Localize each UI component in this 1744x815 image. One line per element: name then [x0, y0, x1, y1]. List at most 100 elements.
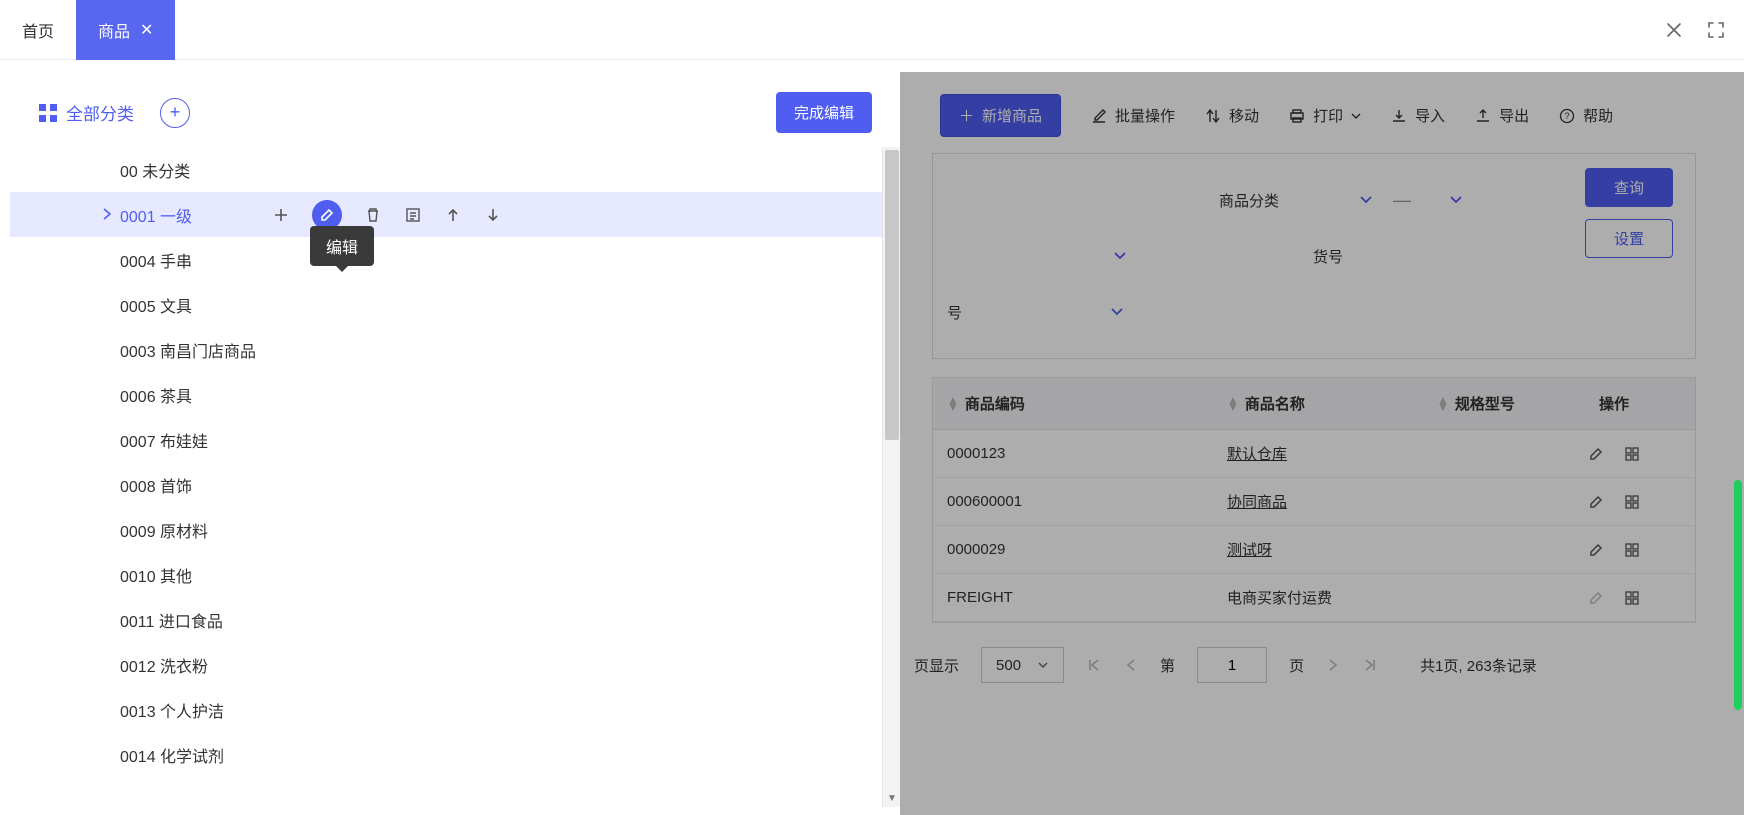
tree-item[interactable]: 0014 化学试剂 [10, 732, 900, 777]
page-input[interactable] [1197, 647, 1267, 683]
tab-product[interactable]: 商品 ✕ [76, 0, 175, 60]
product-name-text: 电商买家付运费 [1227, 587, 1332, 608]
cell-name: 协同商品 [1213, 478, 1423, 525]
add-child-icon[interactable] [272, 206, 290, 224]
finish-edit-button[interactable]: 完成编辑 [776, 92, 872, 133]
row-edit-icon[interactable] [1588, 494, 1604, 510]
chevron-down-icon[interactable] [1113, 249, 1127, 263]
import-icon [1391, 108, 1407, 124]
tree-item-label: 0005 文具 [120, 293, 192, 317]
table-row[interactable]: FREIGHT电商买家付运费 [933, 574, 1695, 622]
topbar: 首页 商品 ✕ [0, 0, 1744, 60]
tree-item[interactable]: 0013 个人护洁 [10, 687, 900, 732]
cell-code: 0000123 [933, 430, 1213, 477]
category-panel: 全部分类 + 完成编辑 编辑 00 未分类0001 一级0004 手串0005 … [10, 72, 900, 815]
settings-button[interactable]: 设置 [1585, 219, 1673, 258]
row-more-icon[interactable] [1624, 542, 1640, 558]
fullscreen-icon[interactable] [1698, 12, 1734, 48]
move-up-icon[interactable] [444, 206, 462, 224]
tree-item[interactable]: 00 未分类 [10, 147, 900, 192]
tab-home[interactable]: 首页 [0, 0, 76, 60]
delete-icon[interactable] [364, 206, 382, 224]
tab-product-label: 商品 [98, 18, 130, 42]
page-last-icon[interactable] [1362, 657, 1378, 673]
table-row[interactable]: 000600001 协同商品 [933, 478, 1695, 526]
row-edit-icon[interactable] [1588, 542, 1604, 558]
print-link[interactable]: 打印 [1289, 105, 1361, 126]
tab-home-label: 首页 [22, 18, 54, 42]
tree-scrollbar[interactable]: ▼ [882, 147, 900, 807]
page-prev-icon[interactable] [1124, 658, 1138, 672]
tree-scroll-down-icon[interactable]: ▼ [883, 789, 900, 807]
tree-item[interactable]: 0009 原材料 [10, 507, 900, 552]
properties-icon[interactable] [404, 206, 422, 224]
export-link[interactable]: 导出 [1475, 105, 1529, 126]
chevron-down-icon[interactable] [1449, 193, 1463, 207]
tree-item[interactable]: 0004 手串 [10, 237, 900, 282]
tree-item[interactable]: 0006 茶具 [10, 372, 900, 417]
add-category-button[interactable]: + [160, 98, 190, 128]
cell-spec [1423, 574, 1533, 621]
cell-name: 测试呀 [1213, 526, 1423, 573]
page-first-icon[interactable] [1086, 657, 1102, 673]
svg-text:?: ? [1565, 111, 1570, 121]
import-link[interactable]: 导入 [1391, 105, 1445, 126]
tree-item-label: 0003 南昌门店商品 [120, 338, 256, 362]
sort-icon[interactable]: ▲▼ [947, 397, 959, 411]
per-page-prefix: 页显示 [914, 655, 959, 676]
chevron-down-icon[interactable] [1359, 193, 1373, 207]
per-page-select[interactable]: 500 [981, 647, 1064, 683]
sort-icon[interactable]: ▲▼ [1227, 397, 1239, 411]
page-next-icon[interactable] [1326, 658, 1340, 672]
cell-spec [1423, 526, 1533, 573]
chevron-down-icon[interactable] [1110, 305, 1124, 319]
new-product-button[interactable]: ＋ 新增商品 [940, 94, 1061, 137]
cell-ops [1533, 574, 1695, 621]
category-tree-wrap: 00 未分类0001 一级 0004 手串 0005 文具 0003 南昌门店商品 00… [10, 147, 900, 807]
tree-item[interactable]: 0005 文具 [10, 282, 900, 327]
move-down-icon[interactable] [484, 206, 502, 224]
tree-item[interactable]: 0012 洗衣粉 [10, 642, 900, 687]
search-button[interactable]: 查询 [1585, 168, 1673, 207]
tree-item[interactable]: 0007 布娃娃 [10, 417, 900, 462]
sort-icon[interactable]: ▲▼ [1437, 397, 1449, 411]
row-edit-icon[interactable] [1588, 446, 1604, 462]
edit-icon[interactable] [312, 200, 342, 230]
product-name-link[interactable]: 协同商品 [1227, 491, 1287, 512]
tree-item-label: 0004 手串 [120, 248, 192, 272]
help-link[interactable]: ? 帮助 [1559, 105, 1613, 126]
tree-item-actions [272, 200, 502, 230]
tree-item-label: 0011 进口食品 [120, 608, 223, 632]
table-header: ▲▼ 商品编码 ▲▼ 商品名称 ▲▼ 规格型号 操作 [933, 378, 1695, 430]
all-categories-title[interactable]: 全部分类 [66, 100, 134, 125]
th-name[interactable]: ▲▼ 商品名称 [1213, 378, 1423, 429]
tree-scrollbar-thumb[interactable] [885, 150, 899, 440]
tree-item[interactable]: 0008 首饰 [10, 462, 900, 507]
th-name-label: 商品名称 [1245, 393, 1305, 414]
chevron-right-icon[interactable] [102, 208, 112, 220]
page-word-prefix: 第 [1160, 655, 1175, 676]
tree-item[interactable]: 0010 其他 [10, 552, 900, 597]
th-code[interactable]: ▲▼ 商品编码 [933, 378, 1213, 429]
row-more-icon[interactable] [1624, 494, 1640, 510]
tree-item[interactable]: 0001 一级 [10, 192, 900, 237]
table-row[interactable]: 0000123 默认仓库 [933, 430, 1695, 478]
table-row[interactable]: 0000029测试呀 [933, 526, 1695, 574]
tree-item[interactable]: 0011 进口食品 [10, 597, 900, 642]
product-name-link[interactable]: 默认仓库 [1227, 443, 1287, 464]
batch-link[interactable]: 批量操作 [1091, 105, 1175, 126]
import-label: 导入 [1415, 105, 1445, 126]
batch-label: 批量操作 [1115, 105, 1175, 126]
close-icon[interactable]: ✕ [140, 20, 153, 40]
cell-code: 000600001 [933, 478, 1213, 525]
close-all-icon[interactable] [1656, 12, 1692, 48]
row-more-icon[interactable] [1624, 590, 1640, 606]
row-more-icon[interactable] [1624, 446, 1640, 462]
th-spec[interactable]: ▲▼ 规格型号 [1423, 378, 1533, 429]
page-scrollbar-thumb[interactable] [1734, 480, 1742, 710]
move-link[interactable]: 移动 [1205, 105, 1259, 126]
th-spec-label: 规格型号 [1455, 393, 1515, 414]
product-name-link[interactable]: 测试呀 [1227, 539, 1272, 560]
tree-item[interactable]: 0003 南昌门店商品 [10, 327, 900, 372]
category-tree[interactable]: 00 未分类0001 一级 0004 手串 0005 文具 0003 南昌门店商品 00… [10, 147, 900, 807]
